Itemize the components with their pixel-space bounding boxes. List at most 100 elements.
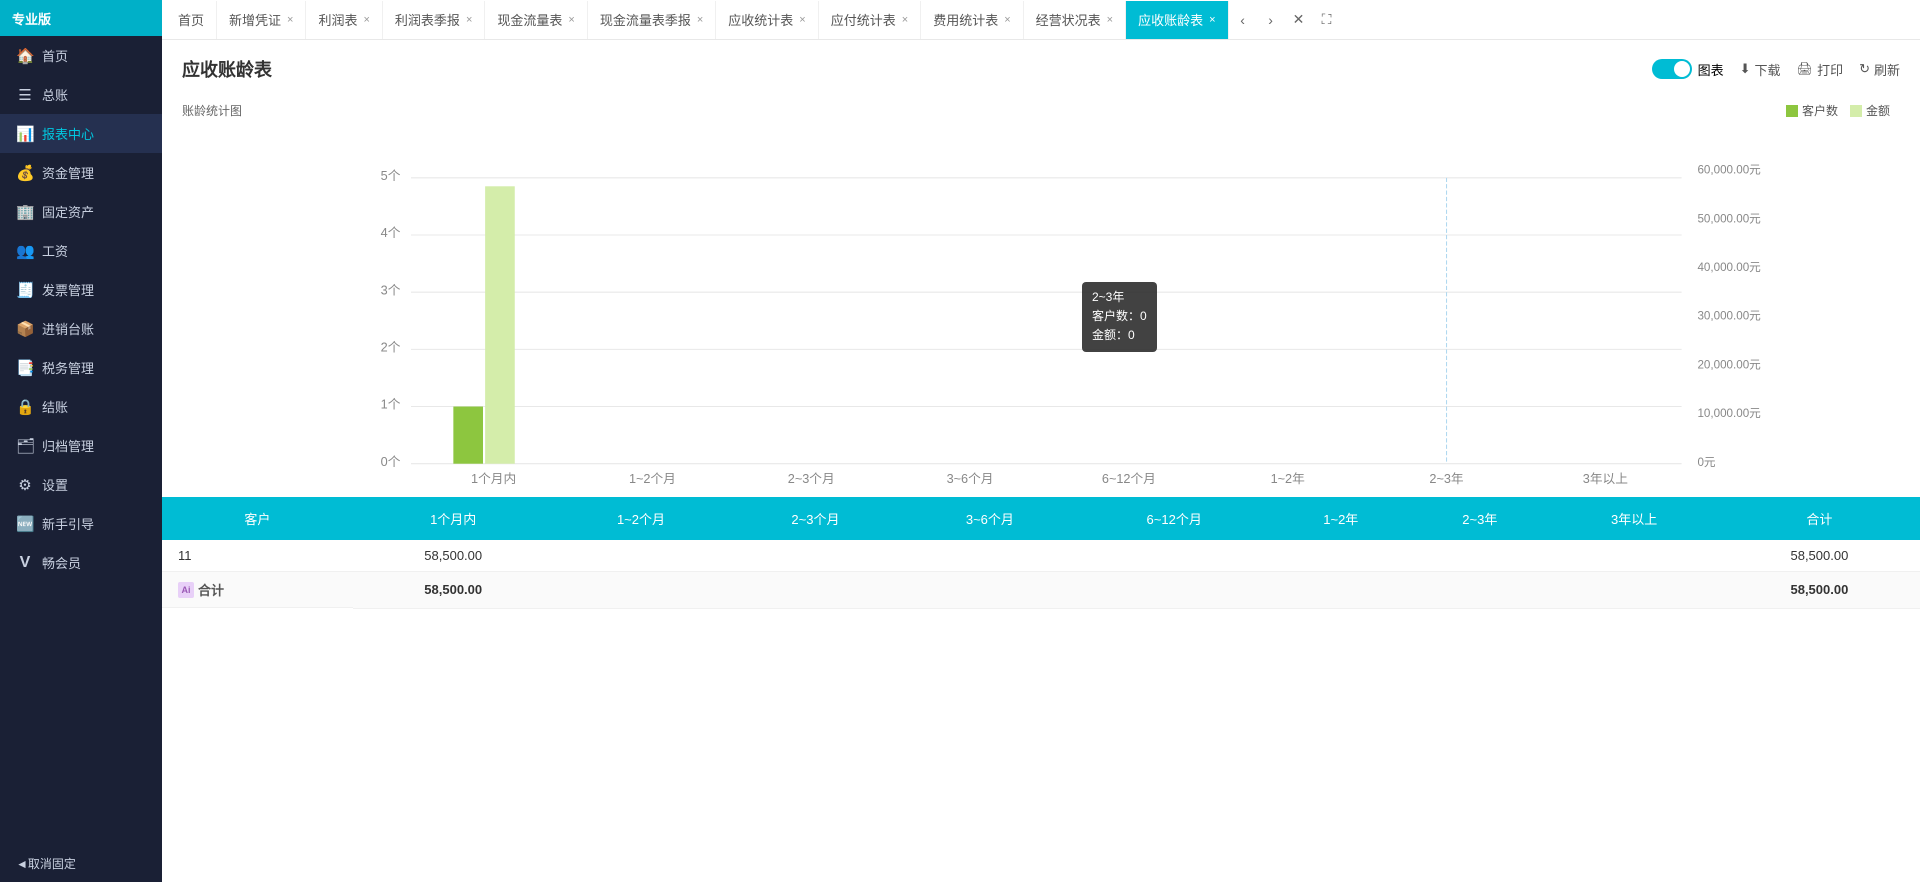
total-m1: 58,500.00 xyxy=(353,572,554,609)
tab-home-label: 首页 xyxy=(178,10,204,29)
tab-cashflow-quarterly[interactable]: 现金流量表季报 × xyxy=(588,1,716,39)
tab-ar-aging-label: 应收账龄表 xyxy=(1138,10,1203,29)
download-btn[interactable]: ⬇ 下载 xyxy=(1740,60,1781,79)
download-icon: ⬇ xyxy=(1740,61,1751,77)
sidebar-item-archive-label: 归档管理 xyxy=(42,436,94,455)
tab-voucher-close[interactable]: × xyxy=(287,14,293,26)
tab-bar: 首页 新增凭证 × 利润表 × 利润表季报 × 现金流量表 × 现金流量表季报 … xyxy=(162,0,1920,40)
total-m4 xyxy=(903,572,1077,609)
cell-m2-0 xyxy=(554,540,728,572)
sidebar-item-vip[interactable]: V 畅会员 xyxy=(0,543,162,582)
download-label: 下载 xyxy=(1755,60,1781,79)
invoice-icon: 🧾 xyxy=(16,281,34,299)
svg-text:2个: 2个 xyxy=(381,340,401,354)
tab-ap-stats-close[interactable]: × xyxy=(902,14,908,26)
tab-cashflow-close[interactable]: × xyxy=(568,14,574,26)
tab-ar-aging[interactable]: 应收账龄表 × xyxy=(1126,1,1228,39)
funds-icon: 💰 xyxy=(16,164,34,182)
tab-nav-next[interactable]: › xyxy=(1257,1,1285,39)
total-icon: Ai xyxy=(178,582,194,598)
sidebar-item-archive[interactable]: 🗂 归档管理 xyxy=(0,426,162,465)
svg-text:1个月内: 1个月内 xyxy=(471,472,516,486)
col-m6: 1~2年 xyxy=(1271,497,1410,540)
total-label: 合计 xyxy=(198,580,224,599)
tab-expense-stats-close[interactable]: × xyxy=(1004,14,1010,26)
sidebar-item-settings[interactable]: ⚙ 设置 xyxy=(0,465,162,504)
sidebar-item-ledger[interactable]: ☰ 总账 xyxy=(0,75,162,114)
tab-ap-stats-label: 应付统计表 xyxy=(831,10,896,29)
print-btn[interactable]: 🖨 打印 xyxy=(1797,60,1844,79)
sidebar-item-inventory[interactable]: 📦 进销台账 xyxy=(0,309,162,348)
archive-icon: 🗂 xyxy=(16,437,34,455)
tab-maximize[interactable]: ⛶ xyxy=(1313,1,1341,39)
tab-profit-quarterly-close[interactable]: × xyxy=(466,14,472,26)
tab-cashflow[interactable]: 现金流量表 × xyxy=(485,1,587,39)
sidebar-item-invoice[interactable]: 🧾 发票管理 xyxy=(0,270,162,309)
tab-profit[interactable]: 利润表 × xyxy=(306,1,382,39)
svg-text:2~3年: 2~3年 xyxy=(1429,472,1464,486)
chart-area: 账龄统计图 客户数 金额 0个 1个 2个 3个 4个 xyxy=(162,92,1920,497)
sidebar-item-reports[interactable]: 📊 报表中心 xyxy=(0,114,162,153)
svg-text:60,000.00元: 60,000.00元 xyxy=(1697,164,1761,177)
cell-m1-0: 58,500.00 xyxy=(353,540,554,572)
settings-icon: ⚙ xyxy=(16,476,34,494)
total-m7 xyxy=(1410,572,1549,609)
svg-text:0元: 0元 xyxy=(1697,456,1715,469)
tab-home[interactable]: 首页 xyxy=(166,1,217,39)
sidebar-item-close-accounts[interactable]: 🔒 结账 xyxy=(0,387,162,426)
tab-ar-stats[interactable]: 应收统计表 × xyxy=(716,1,818,39)
close-accounts-icon: 🔒 xyxy=(16,398,34,416)
tab-close-all[interactable]: ✕ xyxy=(1285,1,1313,39)
assets-icon: 🏢 xyxy=(16,203,34,221)
sidebar-item-close-label: 结账 xyxy=(42,397,68,416)
col-customer: 客户 xyxy=(162,497,353,540)
col-total: 合计 xyxy=(1719,497,1920,540)
tab-profit-label: 利润表 xyxy=(318,10,357,29)
sidebar-item-guide[interactable]: 🆕 新手引导 xyxy=(0,504,162,543)
tab-expense-stats[interactable]: 费用统计表 × xyxy=(921,1,1023,39)
tab-ar-stats-close[interactable]: × xyxy=(799,14,805,26)
refresh-btn[interactable]: ↻ 刷新 xyxy=(1859,60,1900,79)
svg-text:1~2年: 1~2年 xyxy=(1271,472,1306,486)
svg-text:20,000.00元: 20,000.00元 xyxy=(1697,358,1761,371)
sidebar-item-payroll[interactable]: 👥 工资 xyxy=(0,231,162,270)
tab-voucher[interactable]: 新增凭证 × xyxy=(217,1,306,39)
main-area: 首页 新增凭证 × 利润表 × 利润表季报 × 现金流量表 × 现金流量表季报 … xyxy=(162,0,1920,882)
tab-profit-close[interactable]: × xyxy=(363,14,369,26)
tab-business-status[interactable]: 经营状况表 × xyxy=(1024,1,1126,39)
total-m5 xyxy=(1077,572,1271,609)
tab-profit-quarterly[interactable]: 利润表季报 × xyxy=(383,1,485,39)
home-icon: 🏠 xyxy=(16,47,34,65)
tax-icon: 📑 xyxy=(16,359,34,377)
sidebar-item-home[interactable]: 🏠 首页 xyxy=(0,36,162,75)
col-m2: 1~2个月 xyxy=(554,497,728,540)
chart-legend: 客户数 金额 xyxy=(1786,102,1890,119)
sidebar-item-tax[interactable]: 📑 税务管理 xyxy=(0,348,162,387)
svg-text:1~2个月: 1~2个月 xyxy=(629,472,676,486)
sidebar-item-assets[interactable]: 🏢 固定资产 xyxy=(0,192,162,231)
chart-toggle[interactable] xyxy=(1652,59,1692,79)
sidebar-item-inventory-label: 进销台账 xyxy=(42,319,94,338)
tab-voucher-label: 新增凭证 xyxy=(229,10,281,29)
tab-business-status-label: 经营状况表 xyxy=(1036,10,1101,29)
chart-title: 账龄统计图 xyxy=(182,102,1900,119)
sidebar-item-vip-label: 畅会员 xyxy=(42,553,81,572)
tab-business-status-close[interactable]: × xyxy=(1107,14,1113,26)
svg-text:3~6个月: 3~6个月 xyxy=(947,472,994,486)
tab-cashflow-quarterly-close[interactable]: × xyxy=(697,14,703,26)
tab-ar-aging-close[interactable]: × xyxy=(1209,14,1215,26)
sidebar-collapse-btn[interactable]: ◄取消固定 xyxy=(0,845,162,882)
legend-amount-label: 金额 xyxy=(1866,102,1890,119)
tab-nav-prev[interactable]: ‹ xyxy=(1229,1,1257,39)
tab-ap-stats[interactable]: 应付统计表 × xyxy=(819,1,921,39)
sidebar-item-funds[interactable]: 💰 资金管理 xyxy=(0,153,162,192)
cell-m4-0 xyxy=(903,540,1077,572)
total-total: 58,500.00 xyxy=(1719,572,1920,609)
table-total-row: Ai 合计 58,500.00 58,500.00 xyxy=(162,572,1920,609)
header-actions: 图表 ⬇ 下载 🖨 打印 ↻ 刷新 xyxy=(1652,59,1900,79)
svg-text:30,000.00元: 30,000.00元 xyxy=(1697,310,1761,323)
sidebar-logo: 专业版 xyxy=(0,0,162,36)
inventory-icon: 📦 xyxy=(16,320,34,338)
table-wrap: 客户 1个月内 1~2个月 2~3个月 3~6个月 6~12个月 1~2年 2~… xyxy=(162,497,1920,882)
legend-amount: 金额 xyxy=(1850,102,1890,119)
